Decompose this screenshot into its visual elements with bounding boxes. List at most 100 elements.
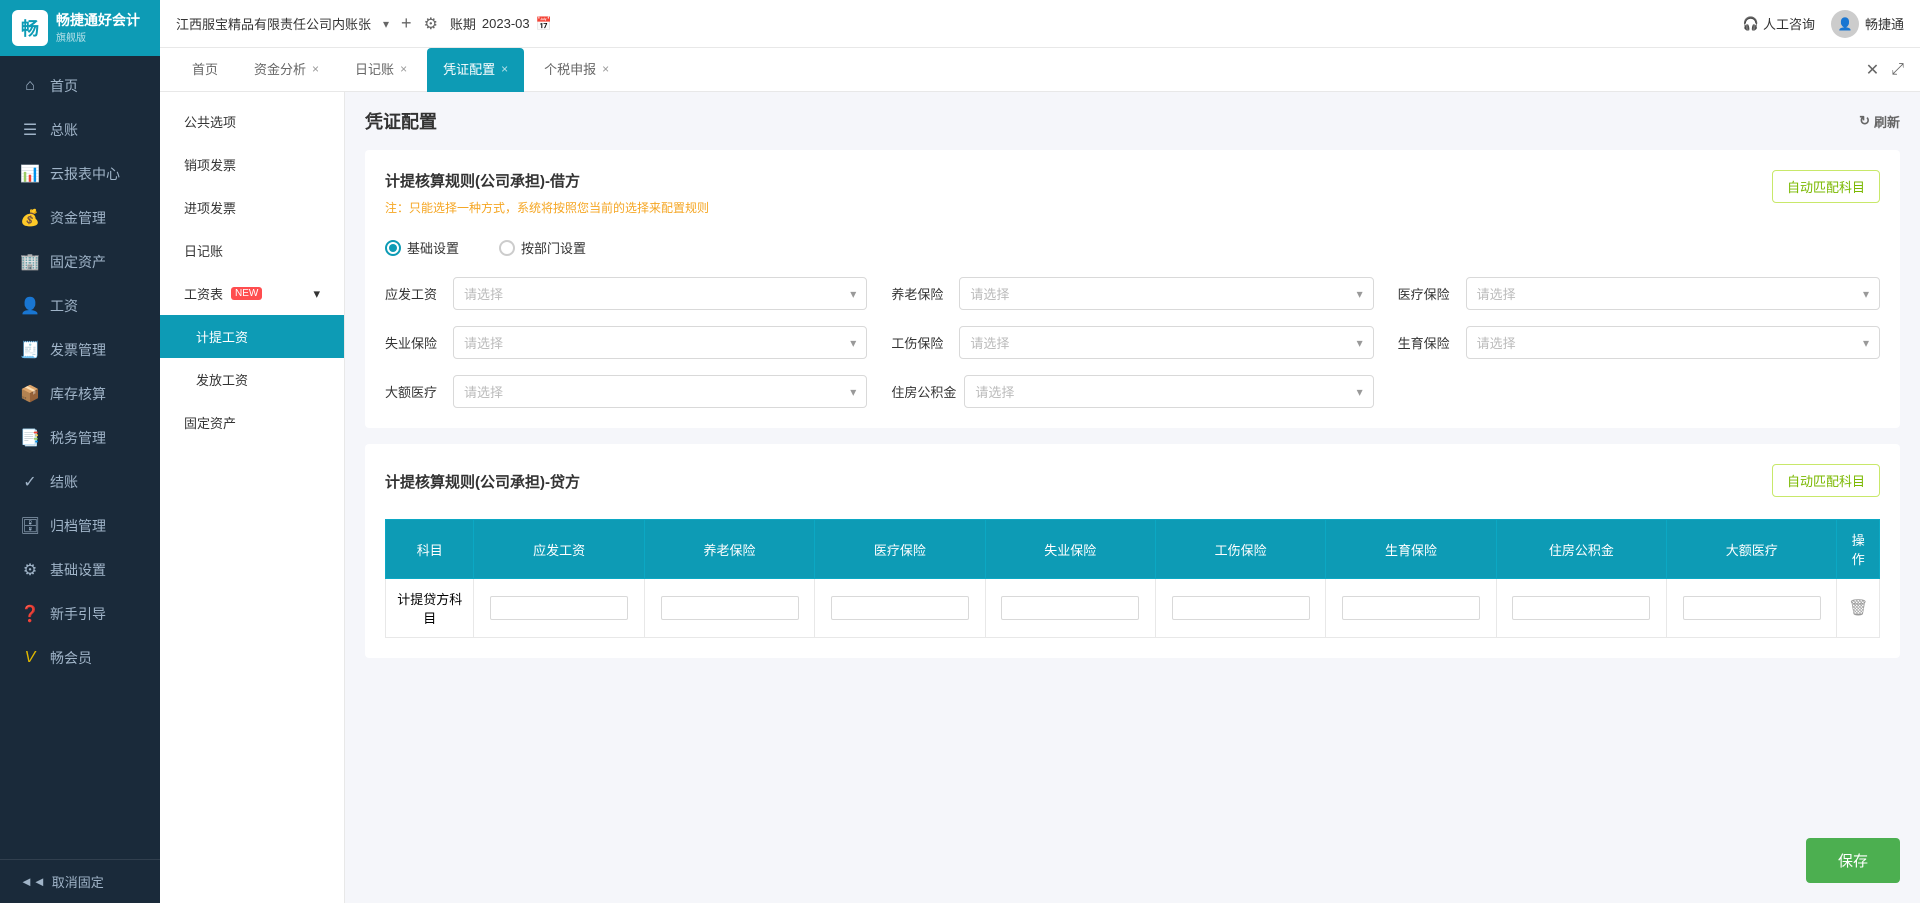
input-work-injury[interactable]	[1172, 596, 1310, 620]
sidebar-item-reports[interactable]: 📊 云报表中心	[0, 152, 160, 196]
sidebar-item-guide[interactable]: ❓ 新手引导	[0, 592, 160, 636]
sidebar-item-tax[interactable]: 📑 税务管理	[0, 416, 160, 460]
col-unemployment: 失业保险	[985, 520, 1155, 579]
user-menu[interactable]: 👤 畅捷通	[1831, 10, 1904, 38]
service-button[interactable]: 🎧 人工咨询	[1743, 14, 1815, 33]
username-label: 畅捷通	[1865, 14, 1904, 33]
menu-item-purchase[interactable]: 进项发票	[160, 186, 344, 229]
menu-item-accrual[interactable]: 计提工资	[160, 315, 344, 358]
cell-work-injury[interactable]	[1155, 579, 1325, 638]
cancel-pin-button[interactable]: ◄◄ 取消固定	[0, 859, 160, 903]
tab-tax[interactable]: 个税申报 ×	[528, 48, 625, 92]
radio-department[interactable]: 按部门设置	[499, 238, 586, 257]
select-pension[interactable]: 请选择 ▾	[959, 277, 1373, 310]
radio-basic-label: 基础设置	[407, 238, 459, 257]
menu-label-public: 公共选项	[184, 112, 236, 131]
cell-operation[interactable]: 🗑	[1837, 579, 1880, 638]
refresh-label: 刷新	[1874, 112, 1900, 131]
sidebar-item-assets[interactable]: 🏢 固定资产	[0, 240, 160, 284]
tab-close-funds[interactable]: ×	[312, 62, 319, 76]
sidebar-label-inventory: 库存核算	[50, 384, 106, 404]
select-maternity[interactable]: 请选择 ▾	[1466, 326, 1880, 359]
tab-journal[interactable]: 日记账 ×	[339, 48, 423, 92]
field-work-injury: 工伤保险 请选择 ▾	[891, 326, 1373, 359]
select-housing-fund[interactable]: 请选择 ▾	[964, 375, 1373, 408]
close-window-icon[interactable]: ✕	[1866, 60, 1879, 80]
placeholder-pension: 请选择	[970, 284, 1009, 303]
sidebar-item-archive[interactable]: 🗄 归档管理	[0, 504, 160, 548]
company-dropdown-icon[interactable]: ▾	[383, 17, 389, 31]
calendar-icon[interactable]: 📅	[536, 16, 552, 32]
input-unemployment[interactable]	[1001, 596, 1139, 620]
cell-unemployment[interactable]	[985, 579, 1155, 638]
sidebar-item-home[interactable]: ⌂ 首页	[0, 64, 160, 108]
sidebar-item-vip[interactable]: V 畅会员	[0, 636, 160, 680]
input-maternity[interactable]	[1342, 596, 1480, 620]
sidebar-item-ledger[interactable]: ☰ 总账	[0, 108, 160, 152]
arrow-housing-fund: ▾	[1357, 385, 1363, 399]
tab-label-home: 首页	[192, 59, 218, 78]
refresh-button[interactable]: ↻ 刷新	[1859, 112, 1900, 131]
cell-medical[interactable]	[815, 579, 985, 638]
menu-item-fixed-assets[interactable]: 固定资产	[160, 401, 344, 444]
input-applied-salary[interactable]	[490, 596, 628, 620]
sidebar: 畅 畅捷通好会计 旗舰版 ⌂ 首页 ☰ 总账 📊 云报表中心 💰 资金管理 🏢 …	[0, 0, 160, 903]
cell-applied-salary[interactable]	[474, 579, 644, 638]
save-button[interactable]: 保存	[1806, 838, 1900, 883]
select-work-injury[interactable]: 请选择 ▾	[959, 326, 1373, 359]
assets-icon: 🏢	[20, 252, 40, 272]
tab-close-journal[interactable]: ×	[400, 62, 407, 76]
select-medical[interactable]: 请选择 ▾	[1466, 277, 1880, 310]
left-menu: 公共选项 销项发票 进项发票 日记账 工资表 NEW ▾ 计提工资 发放工资	[160, 92, 345, 903]
tab-home[interactable]: 首页	[176, 48, 234, 92]
tab-close-voucher[interactable]: ×	[501, 62, 508, 76]
sidebar-item-inventory[interactable]: 📦 库存核算	[0, 372, 160, 416]
guide-icon: ❓	[20, 604, 40, 624]
input-housing-fund[interactable]	[1512, 596, 1650, 620]
settings-button[interactable]: ⚙	[424, 14, 438, 34]
input-large-medical[interactable]	[1683, 596, 1821, 620]
expand-window-icon[interactable]: ⤢	[1891, 61, 1904, 79]
sidebar-item-invoice[interactable]: 🧾 发票管理	[0, 328, 160, 372]
radio-basic[interactable]: 基础设置	[385, 238, 459, 257]
refresh-icon: ↻	[1859, 113, 1870, 129]
company-name: 江西服宝精品有限责任公司内账张	[176, 14, 371, 33]
cell-maternity[interactable]	[1326, 579, 1496, 638]
arrow-unemployment: ▾	[850, 336, 856, 350]
add-button[interactable]: +	[401, 13, 412, 34]
content-area: 公共选项 销项发票 进项发票 日记账 工资表 NEW ▾ 计提工资 发放工资	[160, 92, 1920, 903]
archive-icon: 🗄	[20, 516, 40, 536]
col-operation: 操作	[1837, 520, 1880, 579]
cell-housing-fund[interactable]	[1496, 579, 1666, 638]
menu-label-journal: 日记账	[184, 241, 223, 260]
sidebar-item-salary[interactable]: 👤 工资	[0, 284, 160, 328]
sidebar-label-salary: 工资	[50, 296, 78, 316]
sidebar-item-settings[interactable]: ⚙ 基础设置	[0, 548, 160, 592]
cell-pension[interactable]	[644, 579, 814, 638]
arrow-medical: ▾	[1863, 287, 1869, 301]
tab-close-tax[interactable]: ×	[602, 62, 609, 76]
select-unemployment[interactable]: 请选择 ▾	[453, 326, 867, 359]
menu-item-pay-salary[interactable]: 发放工资	[160, 358, 344, 401]
radio-dept-label: 按部门设置	[521, 238, 586, 257]
tab-funds[interactable]: 资金分析 ×	[238, 48, 335, 92]
debit-auto-match-button[interactable]: 自动匹配科目	[1772, 170, 1880, 203]
cell-large-medical[interactable]	[1667, 579, 1837, 638]
arrow-pension: ▾	[1357, 287, 1363, 301]
select-applied-salary[interactable]: 请选择 ▾	[453, 277, 867, 310]
arrow-maternity: ▾	[1863, 336, 1869, 350]
placeholder-medical: 请选择	[1477, 284, 1516, 303]
credit-auto-match-button[interactable]: 自动匹配科目	[1772, 464, 1880, 497]
input-pension[interactable]	[661, 596, 799, 620]
input-medical[interactable]	[831, 596, 969, 620]
sidebar-item-checkout[interactable]: ✓ 结账	[0, 460, 160, 504]
placeholder-unemployment: 请选择	[464, 333, 503, 352]
tab-voucher[interactable]: 凭证配置 ×	[427, 48, 524, 92]
sidebar-item-funds[interactable]: 💰 资金管理	[0, 196, 160, 240]
menu-item-journal[interactable]: 日记账	[160, 229, 344, 272]
menu-item-salary-table[interactable]: 工资表 NEW ▾	[160, 272, 344, 315]
menu-item-sales[interactable]: 销项发票	[160, 143, 344, 186]
menu-item-public[interactable]: 公共选项	[160, 100, 344, 143]
label-medical: 医疗保险	[1398, 284, 1458, 303]
select-large-medical[interactable]: 请选择 ▾	[453, 375, 867, 408]
